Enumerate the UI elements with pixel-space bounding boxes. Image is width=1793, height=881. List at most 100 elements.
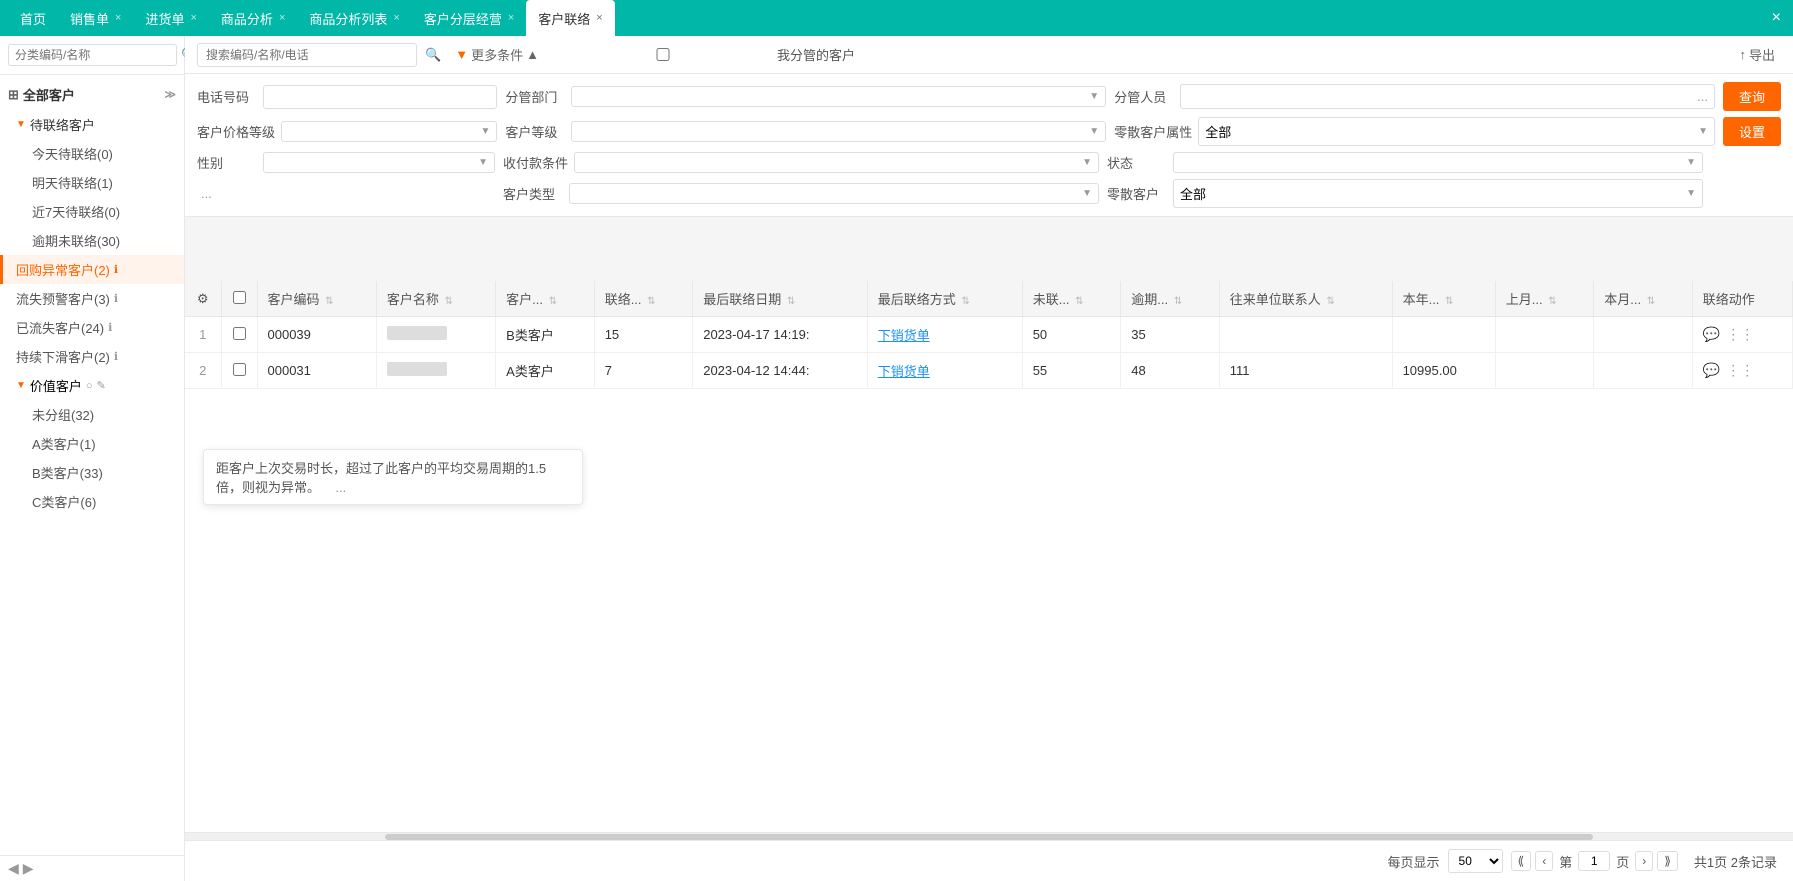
repurchase-info-icon[interactable]: ℹ — [114, 263, 118, 276]
row1-more-icon[interactable]: ⋮⋮ — [1726, 326, 1754, 343]
value-group-edit-icon[interactable]: ○ — [86, 380, 93, 392]
my-customers-checkbox[interactable] — [553, 48, 773, 61]
sidebar-item-class-c[interactable]: C类客户(6) — [8, 487, 184, 516]
th-contact-count: 联络... ⇅ — [594, 281, 693, 317]
nav-purchase-close[interactable]: × — [190, 12, 196, 24]
nav-item-customer-contact[interactable]: 客户联络 × — [526, 0, 614, 36]
sidebar-prev-btn[interactable]: ◀ — [8, 860, 19, 877]
row1-checkbox[interactable] — [233, 327, 246, 340]
sidebar-group-pending-label[interactable]: ▼ 待联络客户 — [8, 110, 184, 139]
nav-customer-layered-close[interactable]: × — [508, 12, 514, 24]
sidebar-collapse-btn[interactable]: ≫ — [164, 88, 176, 101]
sidebar-item-lost[interactable]: 已流失客户(24) ℹ — [0, 313, 184, 342]
row2-contact-icon[interactable]: 💬 — [1703, 362, 1720, 379]
row1-method-link[interactable]: 下销货单 — [878, 328, 930, 343]
filter-person-select[interactable]: ... — [1180, 84, 1715, 109]
sidebar-item-today[interactable]: 今天待联络(0) — [8, 139, 184, 168]
th-checkbox[interactable] — [221, 281, 257, 317]
export-button[interactable]: ↑ 导出 — [1733, 42, 1781, 67]
my-customers-label: 我分管的客户 — [777, 45, 855, 64]
page-last-btn[interactable]: ⟫ — [1657, 851, 1678, 871]
th-overdue-sort[interactable]: ⇅ — [1174, 296, 1182, 307]
filter-retail-attr-select[interactable]: 全部 ▼ — [1198, 117, 1715, 146]
filter-price-field: 客户价格等级 ▼ — [197, 121, 497, 142]
page-prev-btn[interactable]: ‹ — [1535, 851, 1553, 871]
row2-checkbox[interactable] — [233, 363, 246, 376]
nav-sales-close[interactable]: × — [115, 12, 121, 24]
nav-item-purchase[interactable]: 进货单 × — [133, 0, 208, 36]
filter-status-select[interactable]: ▼ — [1173, 152, 1703, 173]
loss-warning-info-icon[interactable]: ℹ — [114, 292, 118, 305]
nav-item-analysis-list[interactable]: 商品分析列表 × — [297, 0, 411, 36]
nav-analysis-close[interactable]: × — [279, 12, 285, 24]
row1-last-contact-date: 2023-04-17 14:19: — [693, 317, 868, 353]
filter-gender-select[interactable]: ▼ — [263, 152, 495, 173]
query-button[interactable]: 查询 — [1723, 82, 1781, 111]
sidebar-item-7days[interactable]: 近7天待联络(0) — [8, 197, 184, 226]
filter-phone-label: 电话号码 — [197, 87, 257, 106]
sidebar-item-declining[interactable]: 持续下滑客户(2) ℹ — [0, 342, 184, 371]
sidebar-group-value-header[interactable]: ▼ 价值客户 ○ ✎ — [8, 371, 184, 400]
sidebar-item-overdue-label: 逾期未联络(30) — [32, 231, 120, 250]
th-year-sort[interactable]: ⇅ — [1445, 296, 1453, 307]
page-next-btn[interactable]: › — [1635, 851, 1653, 871]
th-unit-sort[interactable]: ⇅ — [1326, 296, 1334, 307]
sidebar-item-class-b[interactable]: B类客户(33) — [8, 458, 184, 487]
search-button[interactable]: 🔍 — [425, 47, 441, 63]
sidebar-item-ungrouped[interactable]: 未分组(32) — [8, 400, 184, 429]
sidebar-root-all-customers[interactable]: ⊞ 全部客户 ≫ — [0, 79, 184, 110]
page-first-btn[interactable]: ⟪ — [1511, 851, 1532, 871]
row2-more-icon[interactable]: ⋮⋮ — [1726, 362, 1754, 379]
th-tmonth-sort[interactable]: ⇅ — [1647, 296, 1655, 307]
select-all-checkbox[interactable] — [233, 291, 246, 304]
nav-item-customer-layered[interactable]: 客户分层经营 × — [412, 0, 526, 36]
th-code-sort[interactable]: ⇅ — [325, 296, 333, 307]
nav-item-sales[interactable]: 销售单 × — [58, 0, 133, 36]
filter-more-dots[interactable]: ... — [197, 186, 216, 201]
th-name-sort[interactable]: ⇅ — [444, 296, 452, 307]
page-input[interactable] — [1578, 851, 1610, 871]
scrollbar-thumb[interactable] — [385, 834, 1593, 840]
value-group-settings-icon[interactable]: ✎ — [97, 379, 106, 392]
filter-price-select[interactable]: ▼ — [281, 121, 497, 142]
th-method-sort[interactable]: ⇅ — [961, 296, 969, 307]
filter-phone-input[interactable] — [263, 85, 497, 109]
th-lmonth-sort[interactable]: ⇅ — [1548, 296, 1556, 307]
set-button[interactable]: 设置 — [1723, 117, 1781, 146]
search-input[interactable] — [197, 43, 417, 67]
table-horizontal-scrollbar[interactable] — [185, 832, 1793, 840]
filter-icon: ▼ — [455, 47, 468, 62]
th-contact-sort[interactable]: ⇅ — [647, 296, 655, 307]
filter-ctype-label: 客户类型 — [503, 184, 563, 203]
filter-retail-customer-select[interactable]: 全部 ▼ — [1173, 179, 1703, 208]
row2-last-contact-date: 2023-04-12 14:44: — [693, 353, 868, 389]
th-ctype-sort[interactable]: ⇅ — [549, 296, 557, 307]
row1-contact-icon[interactable]: 💬 — [1703, 326, 1720, 343]
my-customers-checkbox-label[interactable]: 我分管的客户 — [553, 45, 855, 64]
sidebar-item-overdue[interactable]: 逾期未联络(30) — [8, 226, 184, 255]
declining-info-icon[interactable]: ℹ — [114, 350, 118, 363]
nav-analysis-list-close[interactable]: × — [393, 12, 399, 24]
nav-customer-contact-close[interactable]: × — [596, 12, 602, 24]
sidebar-search-input[interactable] — [8, 44, 177, 66]
more-conditions-btn[interactable]: ▼ 更多条件 ▲ — [449, 42, 545, 67]
th-unread-sort[interactable]: ⇅ — [1075, 296, 1083, 307]
sidebar-item-loss-warning[interactable]: 流失预警客户(3) ℹ — [0, 284, 184, 313]
th-date-sort[interactable]: ⇅ — [787, 296, 795, 307]
nav-item-home[interactable]: 首页 — [8, 0, 58, 36]
row2-method-link[interactable]: 下销货单 — [878, 364, 930, 379]
sidebar-item-class-a[interactable]: A类客户(1) — [8, 429, 184, 458]
nav-close-all-button[interactable]: × — [1772, 9, 1781, 27]
sidebar-item-repurchase-abnormal[interactable]: 回购异常客户(2) ℹ — [0, 255, 184, 284]
nav-item-analysis[interactable]: 商品分析 × — [209, 0, 297, 36]
filter-payment-select[interactable]: ▼ — [574, 152, 1099, 173]
filter-dept-select[interactable]: ▼ — [571, 86, 1106, 107]
sidebar-next-btn[interactable]: ▶ — [23, 860, 34, 877]
th-settings[interactable]: ⚙ — [185, 281, 221, 317]
sidebar-item-tomorrow[interactable]: 明天待联络(1) — [8, 168, 184, 197]
filter-customer-level-select[interactable]: ▼ — [571, 121, 1106, 142]
per-page-select[interactable]: 50 20 100 — [1448, 849, 1503, 873]
filter-ctype-select[interactable]: ▼ — [569, 183, 1099, 204]
tooltip-dots[interactable]: ... — [331, 480, 350, 495]
lost-info-icon[interactable]: ℹ — [108, 321, 112, 334]
